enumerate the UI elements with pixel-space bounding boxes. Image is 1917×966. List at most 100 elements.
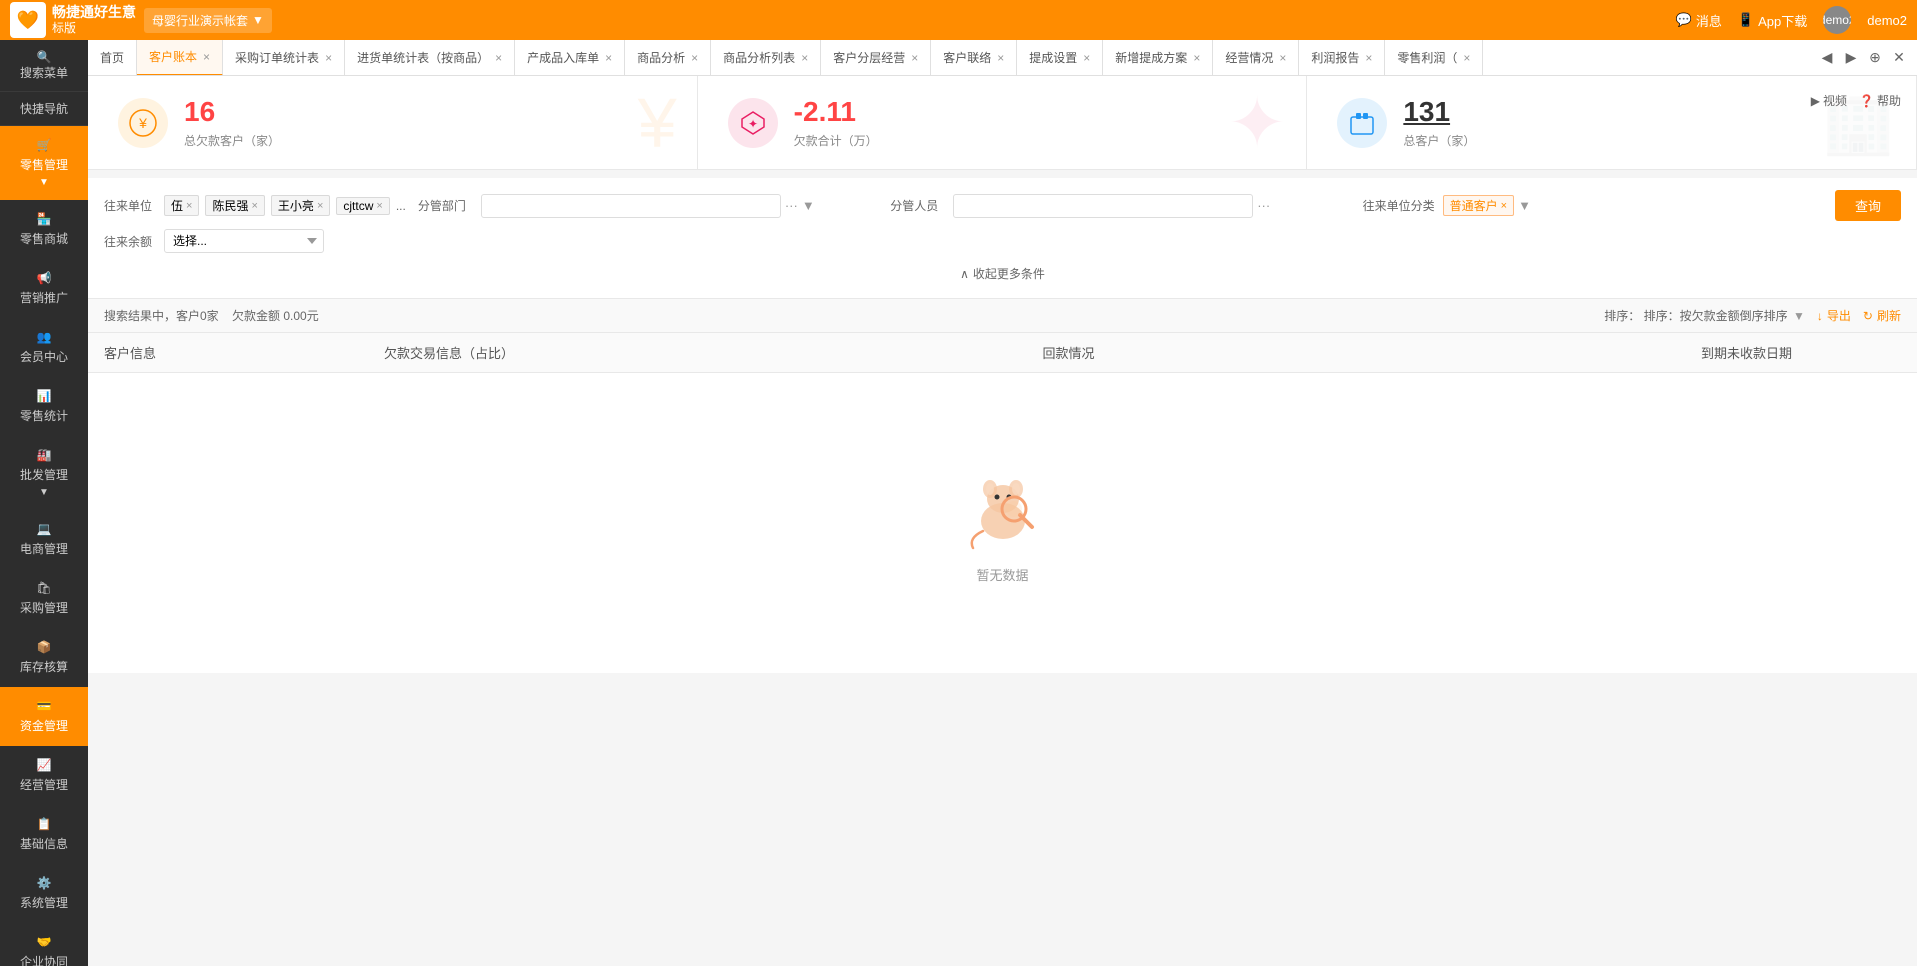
logo-text: 畅捷通好生意 标版 [52, 3, 136, 37]
tab-inbound-stat[interactable]: 进货单统计表（按商品） × [345, 40, 515, 76]
tab-purchase-order[interactable]: 采购订单统计表 × [223, 40, 345, 76]
stat-bg-icon-2: ✦ [1228, 82, 1287, 164]
sidebar-item-retail-stats[interactable]: 📊 零售统计 [0, 377, 88, 436]
sidebar-item-retail-mall[interactable]: 🏪 零售商城 [0, 200, 88, 259]
video-help-btn[interactable]: ▶ 视频 [1811, 92, 1847, 109]
message-btn[interactable]: 💬 消息 [1676, 11, 1722, 30]
sidebar-item-operations[interactable]: 📈 经营管理 [0, 746, 88, 805]
sidebar-item-inventory[interactable]: 📦 库存核算 [0, 628, 88, 687]
app-download-btn[interactable]: 📱 App下载 [1738, 11, 1807, 30]
sidebar-item-marketing[interactable]: 📢 营销推广 [0, 259, 88, 318]
sidebar-item-ecommerce[interactable]: 💻 电商管理 [0, 510, 88, 569]
sidebar-item-retail-mgmt[interactable]: 🛒 零售管理 ▼ [0, 126, 88, 200]
top-bar-left: 🧡 畅捷通好生意 标版 母婴行业演示帐套 ▼ [10, 2, 272, 38]
sidebar-item-finance[interactable]: 💳 资金管理 [0, 687, 88, 746]
balance-select-wrapper: 选择... [164, 229, 324, 253]
stats-row: ¥ 16 总欠款客户（家） ¥ ✦ [88, 76, 1917, 170]
stat-icon-amount: ✦ [728, 98, 778, 148]
company-tag-cjttcw[interactable]: cjttcw × [336, 197, 389, 215]
sidebar-item-wholesale-mgmt[interactable]: 🏭 批发管理 ▼ [0, 436, 88, 510]
tab-close-retail-profit[interactable]: × [1463, 51, 1470, 65]
logo-area: 🧡 畅捷通好生意 标版 [10, 2, 136, 38]
tab-product-inbound[interactable]: 产成品入库单 × [515, 40, 625, 76]
stat-value-amount: -2.11 [794, 96, 878, 128]
stat-info-total: 131 总客户（家） [1403, 96, 1475, 149]
sidebar-item-purchase[interactable]: 🛍 采购管理 [0, 569, 88, 628]
tab-customer-contact[interactable]: 客户联络 × [931, 40, 1017, 76]
export-btn[interactable]: ↓ 导出 [1817, 307, 1851, 324]
tab-close-product-analysis-list[interactable]: × [801, 51, 808, 65]
collapse-btn[interactable]: ∧ 收起更多条件 [104, 261, 1901, 286]
balance-filter-label: 往来余额 [104, 233, 152, 250]
company-tag-wu[interactable]: 伍 × [164, 195, 199, 216]
manager-input-more[interactable]: ··· [1257, 198, 1270, 213]
account-selector[interactable]: 母婴行业演示帐套 ▼ [144, 8, 272, 33]
tab-customer-segment[interactable]: 客户分层经营 × [821, 40, 931, 76]
tab-close-operations[interactable]: × [1279, 51, 1286, 65]
refresh-btn[interactable]: ↻ 刷新 [1863, 307, 1901, 324]
manager-input[interactable] [953, 194, 1253, 218]
tab-close-customer-segment[interactable]: × [911, 51, 918, 65]
tab-close-new-raise-plan[interactable]: × [1193, 51, 1200, 65]
tab-product-analysis-list[interactable]: 商品分析列表 × [711, 40, 821, 76]
department-input[interactable] [481, 194, 781, 218]
table-col-due-date: 到期未收款日期 [1701, 343, 1901, 362]
tab-new-raise-plan[interactable]: 新增提成方案 × [1103, 40, 1213, 76]
help-btn[interactable]: ❓ 帮助 [1859, 92, 1901, 109]
tab-close-all[interactable]: ✕ [1889, 48, 1909, 68]
department-input-more[interactable]: ··· [785, 198, 798, 213]
tab-close-customer-contact[interactable]: × [997, 51, 1004, 65]
tab-close-raise-settings[interactable]: × [1083, 51, 1090, 65]
search-button[interactable]: 查询 [1835, 190, 1901, 221]
tab-close-profit-report[interactable]: × [1365, 51, 1372, 65]
sidebar-item-basic-info[interactable]: 📋 基础信息 [0, 805, 88, 864]
tab-close-inbound-stat[interactable]: × [495, 51, 502, 65]
sidebar-item-system[interactable]: ⚙️ 系统管理 [0, 864, 88, 923]
top-bar-right: 💬 消息 📱 App下载 demo2 demo2 [1676, 6, 1907, 34]
sidebar-item-member-center[interactable]: 👥 会员中心 [0, 318, 88, 377]
table-col-customer: 客户信息 [104, 343, 384, 362]
data-table: 客户信息 欠款交易信息（占比） 回款情况 到期未收款日期 [88, 333, 1917, 673]
tab-next-arrow[interactable]: ▶ [1841, 48, 1861, 68]
tab-customer-book[interactable]: 客户账本 × [137, 40, 223, 76]
tab-menu-arrow[interactable]: ⊕ [1865, 48, 1885, 68]
category-filter-label: 往来单位分类 [1363, 197, 1435, 214]
company-tag-chen[interactable]: 陈民强 × [205, 195, 264, 216]
top-bar: 🧡 畅捷通好生意 标版 母婴行业演示帐套 ▼ 💬 消息 📱 App下载 demo… [0, 0, 1917, 40]
avatar[interactable]: demo2 [1823, 6, 1851, 34]
stat-info-amount: -2.11 欠款合计（万） [794, 96, 878, 149]
tab-operations[interactable]: 经营情况 × [1213, 40, 1299, 76]
tab-home[interactable]: 首页 [88, 40, 137, 76]
category-dropdown-arrow[interactable]: ▼ [1518, 198, 1531, 213]
table-col-debt: 欠款交易信息（占比） [384, 343, 1043, 362]
sidebar-search[interactable]: 🔍 搜索菜单 [0, 40, 88, 92]
help-actions: ▶ 视频 ❓ 帮助 [1811, 92, 1901, 109]
category-tag-normal[interactable]: 普通客户 × [1443, 195, 1514, 216]
username-label: demo2 [1867, 13, 1907, 28]
sidebar-item-enterprise-coop[interactable]: 🤝 企业协同 [0, 923, 88, 966]
department-select-wrapper: ··· ▼ [481, 194, 878, 218]
tab-product-analysis[interactable]: 商品分析 × [625, 40, 711, 76]
department-dropdown-arrow[interactable]: ▼ [802, 198, 815, 213]
empty-text: 暂无数据 [976, 565, 1028, 584]
results-bar: 搜索结果中，客户0家 欠款金额 0.00元 排序： 排序：按欠款金额倒序排序 ▼… [88, 299, 1917, 333]
page-content: ¥ 16 总欠款客户（家） ¥ ✦ [88, 76, 1917, 966]
tab-prev-arrow[interactable]: ◀ [1817, 48, 1837, 68]
stat-icon-total [1337, 98, 1387, 148]
company-tag-wang[interactable]: 王小亮 × [271, 195, 330, 216]
sidebar-quick-nav[interactable]: 快捷导航 [0, 92, 88, 126]
tab-raise-settings[interactable]: 提成设置 × [1017, 40, 1103, 76]
stat-icon-customers: ¥ [118, 98, 168, 148]
tab-close-customer-book[interactable]: × [203, 50, 210, 64]
category-filter-group: 往来单位分类 普通客户 × ▼ [1363, 195, 1823, 216]
tab-close-product-analysis[interactable]: × [691, 51, 698, 65]
results-summary: 搜索结果中，客户0家 欠款金额 0.00元 [104, 307, 319, 324]
balance-select[interactable]: 选择... [164, 229, 324, 253]
svg-text:✦: ✦ [748, 117, 758, 131]
tab-close-purchase-order[interactable]: × [325, 51, 332, 65]
tab-retail-profit[interactable]: 零售利润（ × [1385, 40, 1483, 76]
company-filter-more[interactable]: ... [396, 199, 406, 213]
stat-card-total: 131 总客户（家） 🏢 [1307, 76, 1917, 169]
tab-close-product-inbound[interactable]: × [605, 51, 612, 65]
tab-profit-report[interactable]: 利润报告 × [1299, 40, 1385, 76]
